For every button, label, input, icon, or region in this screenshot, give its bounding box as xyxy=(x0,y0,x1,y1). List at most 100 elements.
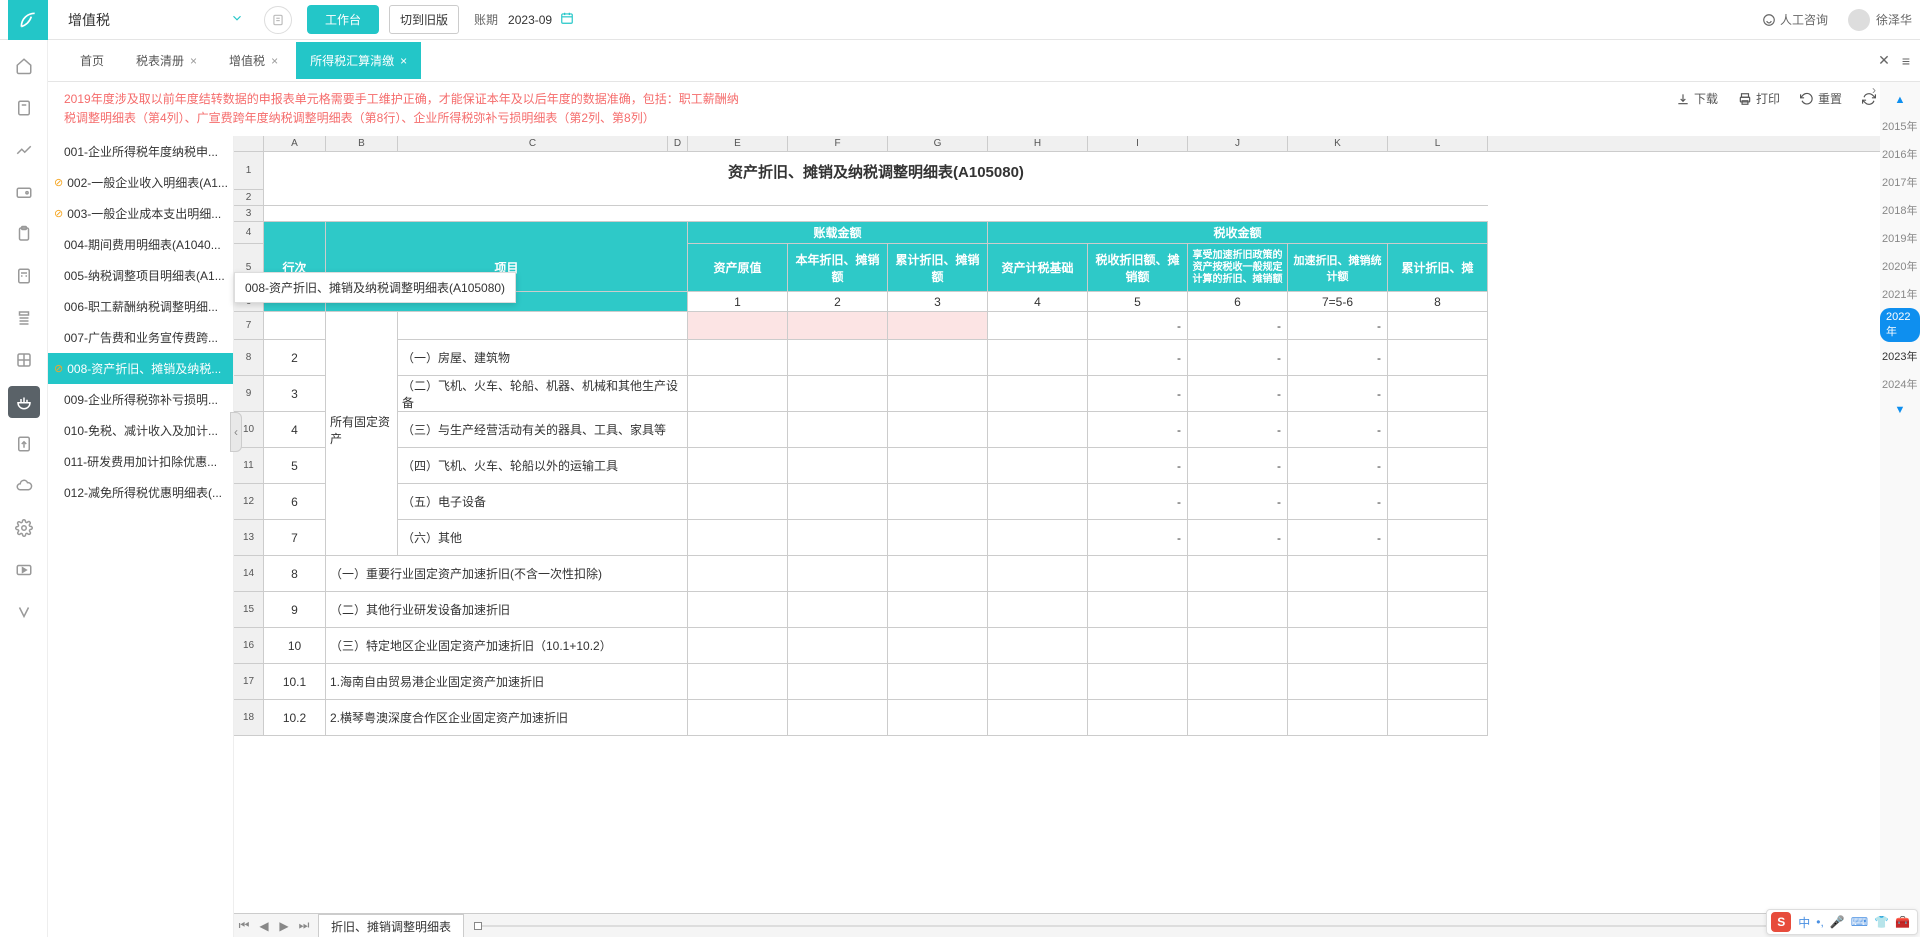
data-cell[interactable] xyxy=(688,592,788,628)
data-cell[interactable] xyxy=(788,448,888,484)
data-cell[interactable] xyxy=(688,340,788,376)
nav-bowl-icon[interactable] xyxy=(8,386,40,418)
row-header[interactable]: 2 xyxy=(234,190,264,206)
data-cell[interactable] xyxy=(1288,556,1388,592)
form-list-item[interactable]: 007-广告费和业务宣传费跨... xyxy=(48,322,233,353)
tab-close-all-icon[interactable]: ✕ xyxy=(1878,52,1890,69)
data-cell[interactable]: - xyxy=(1088,520,1188,556)
tab-vat[interactable]: 增值税× xyxy=(215,42,292,79)
nav-video-icon[interactable] xyxy=(8,554,40,586)
data-cell[interactable] xyxy=(688,448,788,484)
history-icon[interactable] xyxy=(264,6,292,34)
data-cell[interactable] xyxy=(988,340,1088,376)
item-cell[interactable]: （一）重要行业固定资产加速折旧(不含一次性扣除) xyxy=(326,556,688,592)
item-cell[interactable]: （一）房屋、建筑物 xyxy=(398,340,688,376)
data-cell[interactable] xyxy=(888,628,988,664)
data-cell[interactable]: - xyxy=(1088,376,1188,412)
item-cell[interactable]: （二）其他行业研发设备加速折旧 xyxy=(326,592,688,628)
ime-mic-icon[interactable]: 🎤 xyxy=(1830,915,1845,929)
data-cell[interactable] xyxy=(1188,556,1288,592)
year-item[interactable]: 2021年 xyxy=(1880,280,1920,308)
data-cell[interactable]: - xyxy=(1188,412,1288,448)
col-header[interactable]: I xyxy=(1088,136,1188,151)
data-cell[interactable] xyxy=(988,520,1088,556)
nav-home-icon[interactable] xyxy=(8,50,40,82)
row-header[interactable]: 1 xyxy=(234,152,264,190)
row-no-cell[interactable]: 7 xyxy=(264,520,326,556)
col-header[interactable]: B xyxy=(326,136,398,151)
data-cell[interactable] xyxy=(688,312,788,340)
col-header[interactable]: K xyxy=(1288,136,1388,151)
data-cell[interactable] xyxy=(1388,556,1488,592)
data-cell[interactable] xyxy=(1088,664,1188,700)
tab-tax-list[interactable]: 税表清册× xyxy=(122,42,211,79)
data-cell[interactable] xyxy=(888,484,988,520)
data-cell[interactable] xyxy=(888,312,988,340)
ime-toolbox-icon[interactable]: 🧰 xyxy=(1895,915,1910,929)
data-cell[interactable]: - xyxy=(1288,448,1388,484)
col-header[interactable]: J xyxy=(1188,136,1288,151)
data-cell[interactable] xyxy=(688,520,788,556)
nav-doc-icon[interactable] xyxy=(8,92,40,124)
item-cell[interactable]: 2.横琴粤澳深度合作区企业固定资产加速折旧 xyxy=(326,700,688,736)
form-list-item[interactable]: 011-研发费用加计扣除优惠... xyxy=(48,446,233,477)
year-item[interactable]: 2022年 xyxy=(1880,308,1920,342)
ime-punct-icon[interactable]: •, xyxy=(1816,915,1824,929)
calendar-icon[interactable] xyxy=(560,11,574,28)
nav-wallet-icon[interactable] xyxy=(8,176,40,208)
data-cell[interactable] xyxy=(1288,592,1388,628)
data-cell[interactable] xyxy=(1088,556,1188,592)
form-list-item[interactable]: ⊘008-资产折旧、摊销及纳税... xyxy=(48,353,233,384)
item-cell[interactable]: （五）电子设备 xyxy=(398,484,688,520)
data-cell[interactable] xyxy=(788,312,888,340)
row-no-cell[interactable]: 3 xyxy=(264,376,326,412)
data-cell[interactable] xyxy=(788,340,888,376)
sheet-nav-first[interactable]: ⏮ xyxy=(234,918,254,933)
data-cell[interactable] xyxy=(1388,700,1488,736)
data-cell[interactable] xyxy=(1388,412,1488,448)
year-up-icon[interactable]: ▲ xyxy=(1893,88,1908,112)
data-cell[interactable] xyxy=(1388,592,1488,628)
download-button[interactable]: 下载 xyxy=(1676,90,1718,107)
data-cell[interactable] xyxy=(888,412,988,448)
data-cell[interactable]: - xyxy=(1088,412,1188,448)
form-list-item[interactable]: 006-职工薪酬纳税调整明细... xyxy=(48,291,233,322)
data-cell[interactable] xyxy=(1288,664,1388,700)
row-header[interactable]: 15 xyxy=(234,592,264,628)
year-item[interactable]: 2020年 xyxy=(1880,252,1920,280)
workbench-button[interactable]: 工作台 xyxy=(307,5,379,34)
row-header[interactable]: 9 xyxy=(234,376,264,412)
data-cell[interactable] xyxy=(888,556,988,592)
close-icon[interactable]: × xyxy=(190,54,197,68)
data-cell[interactable] xyxy=(788,556,888,592)
col-header[interactable]: L xyxy=(1388,136,1488,151)
data-cell[interactable] xyxy=(688,700,788,736)
data-cell[interactable]: - xyxy=(1288,312,1388,340)
tab-income-tax[interactable]: 所得税汇算清缴× xyxy=(296,42,421,79)
data-cell[interactable]: - xyxy=(1288,412,1388,448)
data-cell[interactable] xyxy=(1388,520,1488,556)
data-cell[interactable]: - xyxy=(1088,448,1188,484)
close-icon[interactable]: × xyxy=(400,54,407,68)
data-cell[interactable] xyxy=(1388,484,1488,520)
data-cell[interactable] xyxy=(788,412,888,448)
print-button[interactable]: 打印 xyxy=(1738,90,1780,107)
row-header[interactable]: 8 xyxy=(234,340,264,376)
ime-bar[interactable]: S 中 •, 🎤 ⌨ 👕 🧰 xyxy=(1766,909,1918,935)
collapse-handle[interactable]: ‹ xyxy=(230,412,242,452)
data-cell[interactable] xyxy=(1288,700,1388,736)
data-cell[interactable] xyxy=(688,664,788,700)
data-cell[interactable]: - xyxy=(1188,340,1288,376)
row-header[interactable]: 17 xyxy=(234,664,264,700)
item-cell[interactable]: （六）其他 xyxy=(398,520,688,556)
data-cell[interactable] xyxy=(1388,664,1488,700)
row-no-cell[interactable]: 4 xyxy=(264,412,326,448)
sheet-nav-prev[interactable]: ◀ xyxy=(254,919,274,933)
data-cell[interactable]: - xyxy=(1188,520,1288,556)
tab-menu-icon[interactable]: ≡ xyxy=(1902,53,1910,69)
row-no-cell[interactable]: 8 xyxy=(264,556,326,592)
data-cell[interactable] xyxy=(788,700,888,736)
data-cell[interactable]: - xyxy=(1088,484,1188,520)
data-cell[interactable] xyxy=(988,448,1088,484)
data-cell[interactable]: - xyxy=(1088,312,1188,340)
